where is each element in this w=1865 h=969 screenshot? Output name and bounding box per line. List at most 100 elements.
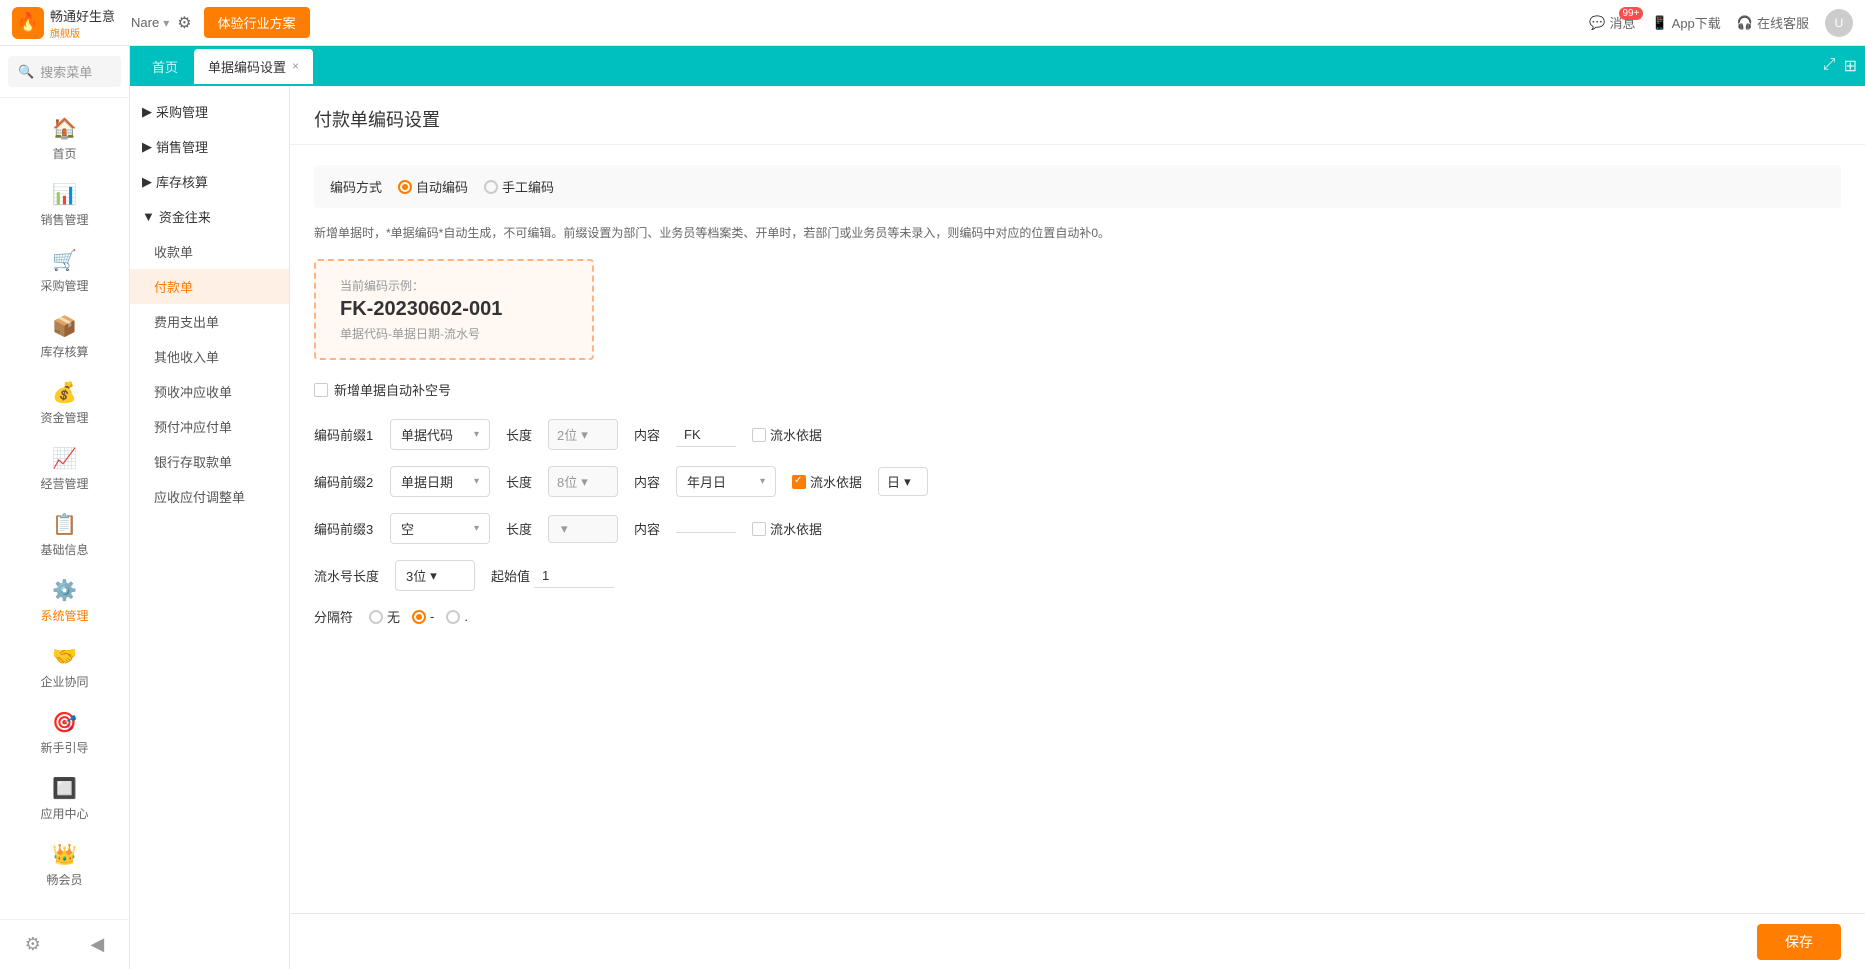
message-button[interactable]: 💬 消息 99+ xyxy=(1589,13,1635,32)
trial-button[interactable]: 体验行业方案 xyxy=(204,7,310,38)
main-layout: 🔍 搜索菜单 🏠 首页 📊 销售管理 🛒 采购管理 📦 库存核算 💰 xyxy=(0,46,1865,969)
prefix3-length-label: 长度 xyxy=(506,519,532,538)
settings-icon[interactable]: ⚙ xyxy=(173,9,195,37)
sidebar-item-sales[interactable]: 📊 销售管理 xyxy=(0,172,129,238)
prefix3-label: 编码前缀3 xyxy=(314,519,374,538)
prefix3-row: 编码前缀3 空 ▾ 长度 ▾ 内容 xyxy=(314,513,1841,544)
submenu-item-receipt[interactable]: 收款单 xyxy=(130,234,289,269)
submenu-group-purchase: ▶ 采购管理 xyxy=(130,94,289,129)
sidebar-label-system: 系统管理 xyxy=(40,607,88,624)
sidebar-label-inventory: 库存核算 xyxy=(40,343,88,360)
sidebar: 🔍 搜索菜单 🏠 首页 📊 销售管理 🛒 采购管理 📦 库存核算 💰 xyxy=(0,46,130,969)
sep-dot-radio[interactable]: . xyxy=(446,609,468,624)
message-badge: 99+ xyxy=(1619,7,1644,20)
prefix2-select[interactable]: 单据日期 ▾ xyxy=(390,466,490,497)
sidebar-item-finance[interactable]: 💰 资金管理 xyxy=(0,370,129,436)
prefix3-watermark-row: 流水依据 xyxy=(752,519,822,538)
prefix3-watermark-checkbox[interactable] xyxy=(752,522,766,536)
encode-radio-group: 自动编码 手工编码 xyxy=(398,177,554,196)
prefix1-length-select[interactable]: 2位 ▾ xyxy=(548,419,618,450)
submenu-group-inventory-title[interactable]: ▶ 库存核算 xyxy=(130,164,289,199)
sep-dot-circle xyxy=(446,610,460,624)
sep-none-radio[interactable]: 无 xyxy=(369,607,400,626)
sidebar-item-enterprise[interactable]: 🤝 企业协同 xyxy=(0,634,129,700)
prefix2-content-select[interactable]: 年月日 ▾ xyxy=(676,466,776,497)
enterprise-icon: 🤝 xyxy=(52,644,77,669)
serial-row: 流水号长度 3位 ▾ 起始值 1 xyxy=(314,560,1841,591)
encode-method-row: 编码方式 自动编码 手工编码 xyxy=(314,165,1841,208)
submenu-group-sales-title[interactable]: ▶ 销售管理 xyxy=(130,129,289,164)
submenu-item-payment[interactable]: 付款单 xyxy=(130,269,289,304)
submenu-item-other-income[interactable]: 其他收入单 xyxy=(130,339,289,374)
logo-icon: 🔥 xyxy=(12,7,44,39)
sidebar-item-apps[interactable]: 🔲 应用中心 xyxy=(0,766,129,832)
nav-dropdown-icon[interactable]: ▾ xyxy=(163,16,169,30)
sidebar-item-purchase[interactable]: 🛒 采购管理 xyxy=(0,238,129,304)
submenu-item-bank-deposit[interactable]: 银行存取款单 xyxy=(130,444,289,479)
start-value-input[interactable]: 1 xyxy=(534,564,614,588)
prefix2-cycle-select[interactable]: 日 ▾ xyxy=(878,467,928,496)
sidebar-label-sales: 销售管理 xyxy=(40,211,88,228)
user-avatar[interactable]: U xyxy=(1825,9,1853,37)
apps-icon: 🔲 xyxy=(52,776,77,801)
tab-close-icon[interactable]: × xyxy=(292,59,299,73)
sidebar-item-member[interactable]: 👑 畅会员 xyxy=(0,832,129,898)
auto-encode-radio[interactable]: 自动编码 xyxy=(398,177,468,196)
sidebar-label-operations: 经营管理 xyxy=(40,475,88,492)
online-service-button[interactable]: 🎧 在线客服 xyxy=(1737,13,1809,32)
sidebar-label-enterprise: 企业协同 xyxy=(40,673,88,690)
prefix2-length-select[interactable]: 8位 ▾ xyxy=(548,466,618,497)
submenu-item-expense[interactable]: 费用支出单 xyxy=(130,304,289,339)
sidebar-item-basic[interactable]: 📋 基础信息 xyxy=(0,502,129,568)
tab-fullscreen-icon[interactable]: ⊞ xyxy=(1844,56,1857,76)
basic-icon: 📋 xyxy=(52,512,77,537)
submenu-group-funds-title[interactable]: ▼ 资金往来 xyxy=(130,199,289,234)
sidebar-label-apps: 应用中心 xyxy=(40,805,88,822)
prefix2-watermark-row: 流水依据 xyxy=(792,472,862,491)
auto-fill-checkbox[interactable] xyxy=(314,383,328,397)
submenu-group-purchase-title[interactable]: ▶ 采购管理 xyxy=(130,94,289,129)
sidebar-label-member: 畅会员 xyxy=(46,871,82,888)
submenu-item-receivable-adjust[interactable]: 应收应付调整单 xyxy=(130,479,289,514)
prefix2-content-label: 内容 xyxy=(634,472,660,491)
sidebar-settings-icon[interactable]: ⚙ xyxy=(17,930,49,959)
submenu-item-prepay-pay[interactable]: 预付冲应付单 xyxy=(130,409,289,444)
prefix1-watermark-row: 流水依据 xyxy=(752,425,822,444)
prefix1-content-label: 内容 xyxy=(634,425,660,444)
sidebar-item-system[interactable]: ⚙️ 系统管理 xyxy=(0,568,129,634)
operations-icon: 📈 xyxy=(52,446,77,471)
tab-home-label: 首页 xyxy=(152,57,178,76)
prefix1-watermark-checkbox[interactable] xyxy=(752,428,766,442)
content-area: 首页 单据编码设置 × ⤢ ⊞ ▶ 采购管理 xyxy=(130,46,1865,969)
serial-length-select[interactable]: 3位 ▾ xyxy=(395,560,475,591)
tab-expand-icon[interactable]: ⤢ xyxy=(1823,56,1836,76)
prefix1-content-value: FK xyxy=(676,423,736,447)
prefix1-select[interactable]: 单据代码 ▾ xyxy=(390,419,490,450)
inventory-icon: 📦 xyxy=(52,314,77,339)
save-button[interactable]: 保存 xyxy=(1757,924,1841,960)
prefix1-length-label: 长度 xyxy=(506,425,532,444)
prefix2-watermark-checkbox[interactable] xyxy=(792,475,806,489)
tab-current[interactable]: 单据编码设置 × xyxy=(194,49,313,84)
sidebar-item-guide[interactable]: 🎯 新手引导 xyxy=(0,700,129,766)
member-icon: 👑 xyxy=(52,842,77,867)
code-preview-desc: 单据代码-单据日期-流水号 xyxy=(340,325,568,342)
code-preview-box: 当前编码示例： FK-20230602-001 单据代码-单据日期-流水号 xyxy=(314,259,594,360)
prefix1-label: 编码前缀1 xyxy=(314,425,374,444)
prefix3-length-select[interactable]: ▾ xyxy=(548,515,618,543)
top-nav: Nare ▾ ⚙ xyxy=(131,9,196,37)
sep-dash-radio[interactable]: - xyxy=(412,609,434,624)
sidebar-collapse-icon[interactable]: ◀ xyxy=(82,930,112,959)
sidebar-item-operations[interactable]: 📈 经营管理 xyxy=(0,436,129,502)
company-selector[interactable]: Nare xyxy=(131,15,159,30)
submenu-item-prepay-receive[interactable]: 预收冲应收单 xyxy=(130,374,289,409)
tab-home[interactable]: 首页 xyxy=(138,49,192,84)
sidebar-item-home[interactable]: 🏠 首页 xyxy=(0,106,129,172)
submenu-group-funds-arrow: ▼ xyxy=(142,209,155,224)
sidebar-item-inventory[interactable]: 📦 库存核算 xyxy=(0,304,129,370)
app-download-button[interactable]: 📱 App下载 xyxy=(1651,13,1720,32)
prefix2-cycle-arrow-icon: ▾ xyxy=(904,474,911,490)
prefix3-select[interactable]: 空 ▾ xyxy=(390,513,490,544)
search-menu-button[interactable]: 🔍 搜索菜单 xyxy=(8,56,121,87)
manual-encode-radio[interactable]: 手工编码 xyxy=(484,177,554,196)
